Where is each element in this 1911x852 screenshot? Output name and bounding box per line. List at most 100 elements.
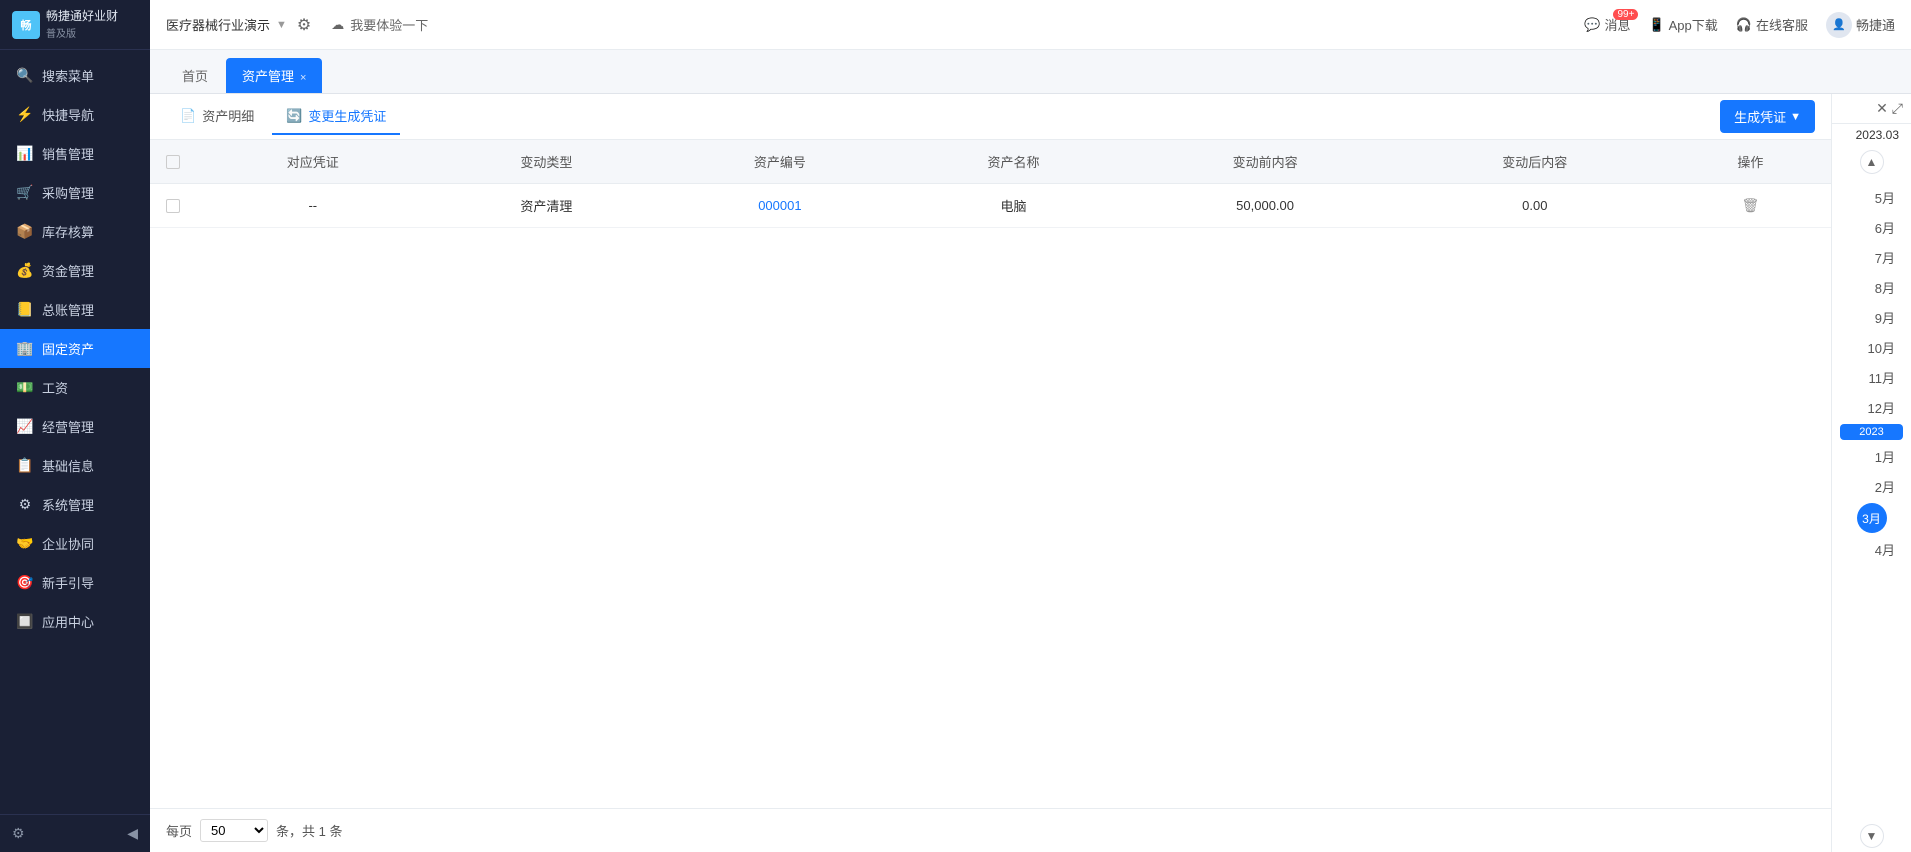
- avatar: 👤: [1826, 12, 1852, 38]
- sidebar-item-asset[interactable]: 🏢 固定资产: [0, 329, 150, 368]
- experience-label: 我要体验一下: [350, 15, 428, 34]
- select-all-checkbox[interactable]: [166, 155, 180, 169]
- generate-btn-arrow-icon: ▼: [1790, 111, 1801, 123]
- calendar-month-11[interactable]: 11月: [1836, 363, 1907, 392]
- sidebar-item-quicknav[interactable]: ⚡ 快捷导航: [0, 95, 150, 134]
- app-download-label: App下载: [1669, 15, 1718, 34]
- calendar-month-9[interactable]: 9月: [1836, 303, 1907, 332]
- logo-title: 畅捷通好业财: [46, 9, 118, 25]
- row-checkbox[interactable]: [166, 199, 180, 213]
- sidebar-item-label: 工资: [42, 378, 68, 397]
- sidebar-item-search[interactable]: 🔍 搜索菜单: [0, 56, 150, 95]
- per-page-select[interactable]: 2050100: [200, 819, 268, 842]
- asset-no-cell: 000001: [663, 184, 897, 228]
- asset-name-cell: 电脑: [897, 184, 1131, 228]
- cloud-icon: ☁: [331, 17, 344, 33]
- sidebar-item-fund[interactable]: 💰 资金管理: [0, 251, 150, 290]
- calendar-month-12[interactable]: 12月: [1836, 393, 1907, 422]
- before-change-cell: 50,000.00: [1130, 184, 1400, 228]
- sub-tab-label: 资产明细: [202, 106, 254, 125]
- wage-icon: 💵: [16, 379, 34, 397]
- tab-home[interactable]: 首页: [166, 58, 224, 93]
- sidebar-item-sales[interactable]: 📊 销售管理: [0, 134, 150, 173]
- sidebar-logo: 畅 畅捷通好业财 普及版: [0, 0, 150, 50]
- tab-close-icon[interactable]: ×: [300, 72, 306, 84]
- sidebar-item-label: 快捷导航: [42, 105, 94, 124]
- message-icon: 💬: [1584, 17, 1600, 33]
- experience-btn[interactable]: ☁ 我要体验一下: [331, 15, 428, 34]
- message-btn[interactable]: 💬 消息 99+: [1584, 15, 1630, 34]
- sidebar-item-label: 固定资产: [42, 339, 94, 358]
- delete-icon[interactable]: 🗑: [1741, 197, 1759, 213]
- th-after_change: 变动后内容: [1400, 140, 1670, 184]
- th-change_type: 变动类型: [430, 140, 664, 184]
- sidebar-item-label: 库存核算: [42, 222, 94, 241]
- calendar-month-1[interactable]: 1月: [1836, 442, 1907, 471]
- calendar-month-5[interactable]: 5月: [1836, 183, 1907, 212]
- th-operation: 操作: [1670, 140, 1831, 184]
- change-voucher-icon: 🔄: [286, 108, 302, 124]
- sidebar-item-operation[interactable]: 📈 经营管理: [0, 407, 150, 446]
- tab-asset-mgmt[interactable]: 资产管理×: [226, 58, 322, 93]
- settings-icon[interactable]: ⚙: [12, 825, 25, 842]
- calendar-month-4[interactable]: 4月: [1836, 535, 1907, 564]
- sub-tab-label: 变更生成凭证: [308, 106, 386, 125]
- generate-voucher-label: 生成凭证: [1734, 107, 1786, 126]
- calendar-month-7[interactable]: 7月: [1836, 243, 1907, 272]
- calendar-year-marker: 2023: [1840, 424, 1903, 440]
- sidebar-item-wage[interactable]: 💵 工资: [0, 368, 150, 407]
- change-voucher-table: 对应凭证变动类型资产编号资产名称变动前内容变动后内容操作 -- 资产清理 000…: [150, 140, 1831, 228]
- header-right: 💬 消息 99+ 📱 App下载 🎧 在线客服 👤 畅捷通: [1584, 12, 1895, 38]
- basic-icon: 📋: [16, 457, 34, 475]
- collapse-icon[interactable]: ◀: [127, 825, 138, 842]
- user-btn[interactable]: 👤 畅捷通: [1826, 12, 1895, 38]
- quicknav-icon: ⚡: [16, 106, 34, 124]
- sidebar-item-apps[interactable]: 🔲 应用中心: [0, 602, 150, 641]
- guide-icon: 🎯: [16, 574, 34, 592]
- voucher-cell: --: [196, 184, 430, 228]
- sidebar-item-system[interactable]: ⚙ 系统管理: [0, 485, 150, 524]
- expand-panel-icon[interactable]: ⤢: [1892, 100, 1903, 117]
- sidebar-item-ledger[interactable]: 📒 总账管理: [0, 290, 150, 329]
- calendar-month-10[interactable]: 10月: [1836, 333, 1907, 362]
- sidebar-item-label: 基础信息: [42, 456, 94, 475]
- purchase-icon: 🛒: [16, 184, 34, 202]
- sub-tab-bar: 📄 资产明细 🔄 变更生成凭证 生成凭证 ▼: [150, 94, 1831, 140]
- calendar-month-3[interactable]: 3月: [1857, 503, 1887, 533]
- sidebar-item-basic[interactable]: 📋 基础信息: [0, 446, 150, 485]
- sidebar-item-label: 采购管理: [42, 183, 94, 202]
- sub-tab-change-voucher[interactable]: 🔄 变更生成凭证: [272, 98, 400, 135]
- system-icon: ⚙: [16, 496, 34, 514]
- settings-gear-icon[interactable]: ⚙: [297, 15, 311, 35]
- calendar-up-arrow[interactable]: ▲: [1860, 150, 1884, 174]
- sidebar-item-enterprise[interactable]: 🤝 企业协同: [0, 524, 150, 563]
- th-asset_name: 资产名称: [897, 140, 1131, 184]
- generate-voucher-button[interactable]: 生成凭证 ▼: [1720, 100, 1815, 133]
- sidebar-item-label: 经营管理: [42, 417, 94, 436]
- table-row: -- 资产清理 000001 电脑 50,000.00 0.00 🗑: [150, 184, 1831, 228]
- sidebar-item-purchase[interactable]: 🛒 采购管理: [0, 173, 150, 212]
- right-sidebar-header: ✕ ⤢: [1832, 94, 1911, 124]
- company-selector[interactable]: 医疗器械行业演示 ▼: [166, 15, 287, 34]
- calendar-month-8[interactable]: 8月: [1836, 273, 1907, 302]
- calendar-month-2[interactable]: 2月: [1836, 472, 1907, 501]
- main-content: 📄 资产明细 🔄 变更生成凭证 生成凭证 ▼ 对应凭证变动类型资产编号资产名称变…: [150, 94, 1831, 852]
- close-panel-icon[interactable]: ✕: [1876, 100, 1888, 117]
- sidebar-nav: 🔍 搜索菜单 ⚡ 快捷导航 📊 销售管理 🛒 采购管理 📦 库存核算 💰 资金管…: [0, 50, 150, 814]
- sub-tab-asset-detail[interactable]: 📄 资产明细: [166, 98, 268, 135]
- sidebar-item-guide[interactable]: 🎯 新手引导: [0, 563, 150, 602]
- calendar-month-6[interactable]: 6月: [1836, 213, 1907, 242]
- company-name: 医疗器械行业演示: [166, 15, 270, 34]
- row-checkbox-cell: [150, 184, 196, 228]
- content-area: 📄 资产明细 🔄 变更生成凭证 生成凭证 ▼ 对应凭证变动类型资产编号资产名称变…: [150, 94, 1911, 852]
- fund-icon: 💰: [16, 262, 34, 280]
- asset-detail-icon: 📄: [180, 108, 196, 124]
- calendar-down-arrow[interactable]: ▼: [1860, 824, 1884, 848]
- change-type-cell: 资产清理: [430, 184, 664, 228]
- logo-sub: 普及版: [46, 25, 118, 40]
- sidebar-item-inventory[interactable]: 📦 库存核算: [0, 212, 150, 251]
- online-service-btn[interactable]: 🎧 在线客服: [1736, 15, 1808, 34]
- app-download-btn[interactable]: 📱 App下载: [1648, 15, 1717, 34]
- calendar-list: 5月6月7月8月9月10月11月12月 2023 1月2月3月4月: [1832, 178, 1911, 820]
- search-icon: 🔍: [16, 67, 34, 85]
